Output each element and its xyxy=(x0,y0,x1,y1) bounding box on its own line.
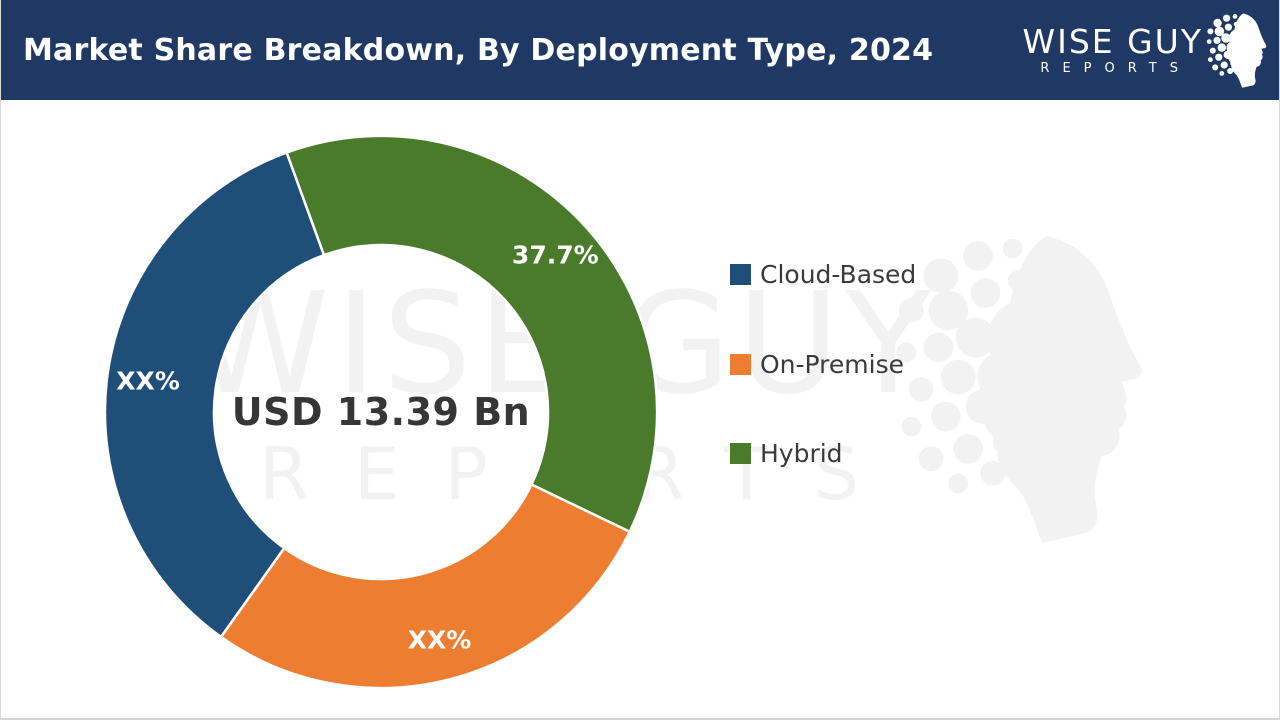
watermark-wordmark: WISE GUY xyxy=(191,263,938,426)
legend-item-cloud-based: Cloud-Based xyxy=(730,260,916,289)
legend-swatch-cloud-based xyxy=(730,264,751,285)
legend-label: Hybrid xyxy=(760,439,843,468)
logo-text: WISE GUY REPORTS xyxy=(1022,21,1203,77)
header-bar: Market Share Breakdown, By Deployment Ty… xyxy=(1,0,1279,100)
watermark-head-silhouette-icon xyxy=(896,236,1142,543)
legend-label: Cloud-Based xyxy=(760,260,917,289)
legend-label: On-Premise xyxy=(760,350,904,379)
legend-swatch-hybrid xyxy=(730,443,751,464)
logo-sub-wordmark: REPORTS xyxy=(1040,61,1192,77)
legend-swatch-on-premise xyxy=(730,354,751,375)
legend-item-hybrid: Hybrid xyxy=(730,439,843,468)
segment-value-label: XX% xyxy=(116,366,180,395)
segment-value-label: XX% xyxy=(408,626,472,655)
wise-guy-logo: WISE GUY REPORTS xyxy=(1022,10,1279,90)
infographic-page: Market Share Breakdown, By Deployment Ty… xyxy=(0,0,1280,720)
head-silhouette-icon xyxy=(1206,13,1267,88)
chart-title: Market Share Breakdown, By Deployment Ty… xyxy=(23,32,934,68)
legend-item-on-premise: On-Premise xyxy=(730,350,904,379)
logo-wordmark: WISE GUY xyxy=(1022,21,1203,61)
